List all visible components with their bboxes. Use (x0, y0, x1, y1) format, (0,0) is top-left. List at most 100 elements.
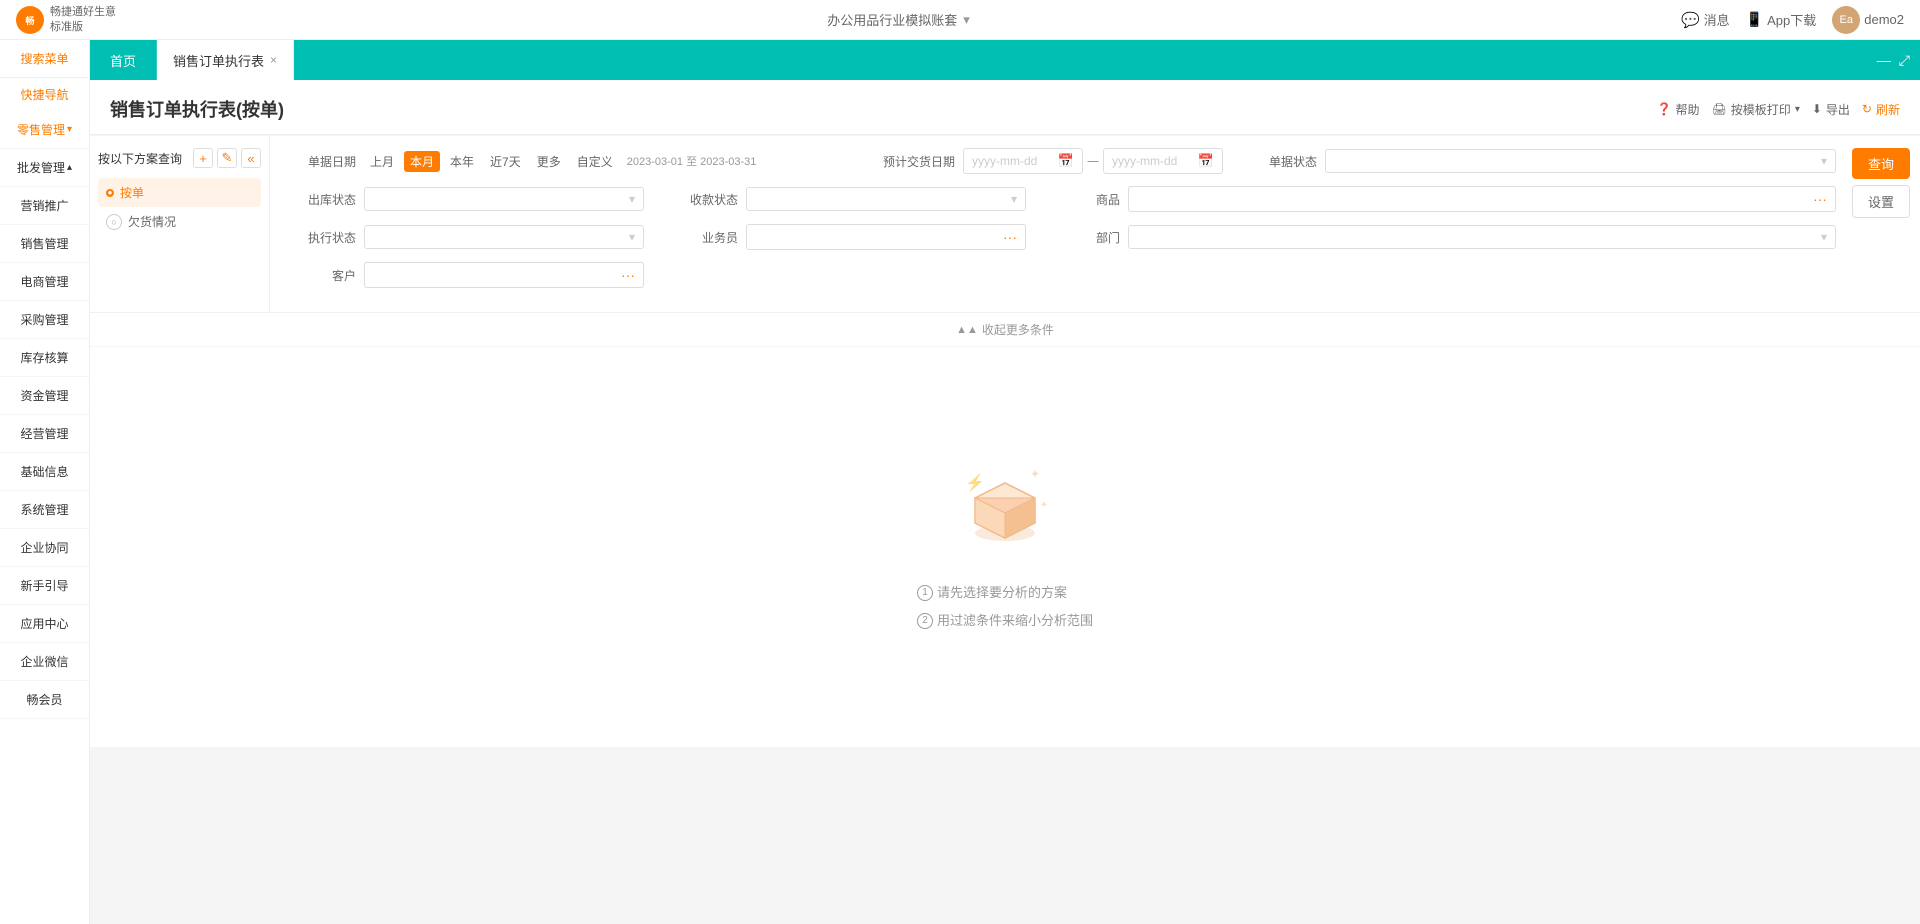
expected-date-to[interactable]: yyyy-mm-dd 📅 (1103, 148, 1223, 174)
scheme-edit-button[interactable]: ✎ (217, 148, 237, 168)
chevron-down-icon-status: ▾ (1821, 154, 1827, 168)
date-7days[interactable]: 近7天 (484, 151, 527, 172)
goods-label: 商品 (1050, 191, 1120, 208)
filter-section-wrapper: 按以下方案查询 + ✎ « ● 按单 ○ (90, 136, 1920, 346)
date-last-month[interactable]: 上月 (364, 151, 400, 172)
maximize-icon[interactable]: ⤢ (1899, 52, 1910, 69)
collapse-bar[interactable]: ▲▲ 收起更多条件 (90, 312, 1920, 346)
scheme-actions: + ✎ « (193, 148, 261, 168)
settings-button[interactable]: 设置 (1852, 185, 1910, 218)
execute-status-select[interactable]: ▾ (364, 225, 644, 249)
date-label: 单据日期 (286, 153, 356, 170)
scheme-collapse-button[interactable]: « (241, 148, 261, 168)
collapse-up-icon: ▲▲ (956, 324, 978, 336)
user-menu[interactable]: Ea demo2 (1832, 6, 1904, 34)
hint-number-2: 2 (917, 613, 933, 629)
scheme-add-button[interactable]: + (193, 148, 213, 168)
tab-close-button[interactable]: × (270, 53, 277, 67)
sidebar-item-ecommerce[interactable]: 电商管理 (0, 263, 89, 301)
sidebar-item-sales[interactable]: 销售管理 (0, 225, 89, 263)
chevron-down-icon: ▾ (67, 124, 72, 135)
filter-panel: 单据日期 上月 本月 本年 近7天 更多 自定义 2023-03-01 至 20… (270, 136, 1852, 312)
help-icon: ❓ (1657, 102, 1672, 116)
chevron-up-icon: ▴ (67, 162, 72, 173)
export-icon: ⬇ (1812, 102, 1822, 116)
out-status-label: 出库状态 (286, 191, 356, 208)
sidebar-item-finance[interactable]: 资金管理 (0, 377, 89, 415)
dept-select[interactable]: ▾ (1128, 225, 1836, 249)
empty-illustration: ⚡ ✦ ✦ (955, 458, 1055, 558)
date-this-year[interactable]: 本年 (444, 151, 480, 172)
main-layout: 搜索菜单 快捷导航 零售管理 ▾ 批发管理 ▴ 营销推广 销售管理 电商管理 采… (0, 40, 1920, 924)
customer-label: 客户 (286, 267, 356, 284)
date-more[interactable]: 更多 (531, 151, 567, 172)
expected-date-label: 预计交货日期 (865, 153, 955, 170)
date-sep: 一 (1087, 153, 1099, 170)
query-buttons: 查询 设置 (1852, 136, 1920, 312)
sidebar-item-inventory[interactable]: 库存核算 (0, 339, 89, 377)
empty-state: ⚡ ✦ ✦ 1 请先选择要分析的方案 2 用过滤条件来缩小分析范围 (90, 347, 1920, 747)
sidebar-item-newbie[interactable]: 新手引导 (0, 567, 89, 605)
content-area: 首页 销售订单执行表 × — ⤢ 销售订单执行表(按单) ❓ 帮助 (90, 40, 1920, 924)
svg-text:✦: ✦ (1030, 467, 1040, 481)
out-status-select[interactable]: ▾ (364, 187, 644, 211)
goods-select[interactable]: ··· (1128, 186, 1836, 212)
sidebar-item-retail[interactable]: 零售管理 ▾ (0, 111, 89, 149)
tab-home[interactable]: 首页 (90, 40, 157, 80)
date-group: 上月 本月 本年 近7天 更多 自定义 2023-03-01 至 2023-03… (364, 151, 857, 172)
date-this-month[interactable]: 本月 (404, 151, 440, 172)
page-title-bar: 销售订单执行表(按单) ❓ 帮助 🖨 按模板打印 ▾ ⬇ 导出 (90, 80, 1920, 135)
staff-dots[interactable]: ··· (1003, 229, 1017, 245)
sidebar-item-operations[interactable]: 经营管理 (0, 415, 89, 453)
query-button[interactable]: 查询 (1852, 148, 1910, 179)
sidebar-search[interactable]: 搜索菜单 (0, 40, 89, 78)
customer-dots[interactable]: ··· (621, 267, 635, 283)
empty-hint: 1 请先选择要分析的方案 2 用过滤条件来缩小分析范围 (917, 578, 1093, 636)
sidebar: 搜索菜单 快捷导航 零售管理 ▾ 批发管理 ▴ 营销推广 销售管理 电商管理 采… (0, 40, 90, 924)
filter-row-2: 出库状态 ▾ 收款状态 ▾ 商品 (286, 186, 1836, 212)
export-button[interactable]: ⬇ 导出 (1812, 101, 1850, 118)
header-right: 💬 消息 📱 App下载 Ea demo2 (1681, 6, 1904, 34)
help-button[interactable]: ❓ 帮助 (1657, 101, 1700, 118)
sidebar-item-basic[interactable]: 基础信息 (0, 453, 89, 491)
scheme-item-by-order[interactable]: ● 按单 (98, 178, 261, 207)
status-select[interactable]: ▾ (1325, 149, 1836, 173)
minimize-icon[interactable]: — (1877, 52, 1891, 68)
date-range-display: 2023-03-01 至 2023-03-31 (627, 153, 757, 169)
message-button[interactable]: 💬 消息 (1681, 10, 1730, 29)
sidebar-item-enterprise[interactable]: 企业协同 (0, 529, 89, 567)
sidebar-item-apps[interactable]: 应用中心 (0, 605, 89, 643)
chevron-down-icon-dept: ▾ (1821, 230, 1827, 244)
filter-row-3: 执行状态 ▾ 业务员 ··· 部门 (286, 224, 1836, 250)
collect-status-select[interactable]: ▾ (746, 187, 1026, 211)
refresh-button[interactable]: ↻ 刷新 (1862, 101, 1900, 118)
goods-dots[interactable]: ··· (1813, 191, 1827, 207)
sidebar-item-system[interactable]: 系统管理 (0, 491, 89, 529)
sidebar-item-marketing[interactable]: 营销推广 (0, 187, 89, 225)
print-button[interactable]: 🖨 按模板打印 ▾ (1712, 101, 1800, 118)
calendar-icon: 📅 (1058, 153, 1074, 169)
customer-select[interactable]: ··· (364, 262, 644, 288)
filter-row-4: 客户 ··· (286, 262, 1836, 288)
staff-select[interactable]: ··· (746, 224, 1026, 250)
filter-row-1: 单据日期 上月 本月 本年 近7天 更多 自定义 2023-03-01 至 20… (286, 148, 1836, 174)
mobile-icon: 📱 (1746, 11, 1763, 28)
expected-date-from[interactable]: yyyy-mm-dd 📅 (963, 148, 1083, 174)
scheme-item-shortage[interactable]: ○ 欠货情况 (98, 207, 261, 236)
sidebar-item-purchase[interactable]: 采购管理 (0, 301, 89, 339)
calendar-icon-2: 📅 (1198, 153, 1214, 169)
sidebar-item-wholesale[interactable]: 批发管理 ▴ (0, 149, 89, 187)
sidebar-item-wechat[interactable]: 企业微信 (0, 643, 89, 681)
svg-text:畅: 畅 (25, 15, 34, 26)
svg-text:✦: ✦ (1040, 500, 1048, 511)
date-custom[interactable]: 自定义 (571, 151, 619, 172)
page-content: 销售订单执行表(按单) ❓ 帮助 🖨 按模板打印 ▾ ⬇ 导出 (90, 80, 1920, 924)
app-download-button[interactable]: 📱 App下载 (1746, 10, 1817, 29)
sidebar-item-members[interactable]: 畅会员 (0, 681, 89, 719)
logo-area: 畅 畅捷通好生意 标准版 (16, 5, 116, 34)
tab-active[interactable]: 销售订单执行表 × (157, 40, 294, 80)
sidebar-nav[interactable]: 快捷导航 (0, 78, 89, 111)
breadcrumb-arrow-icon: ▾ (963, 12, 970, 28)
breadcrumb[interactable]: 办公用品行业模拟账套 ▾ (827, 10, 970, 29)
scheme-panel: 按以下方案查询 + ✎ « ● 按单 ○ (90, 136, 270, 312)
